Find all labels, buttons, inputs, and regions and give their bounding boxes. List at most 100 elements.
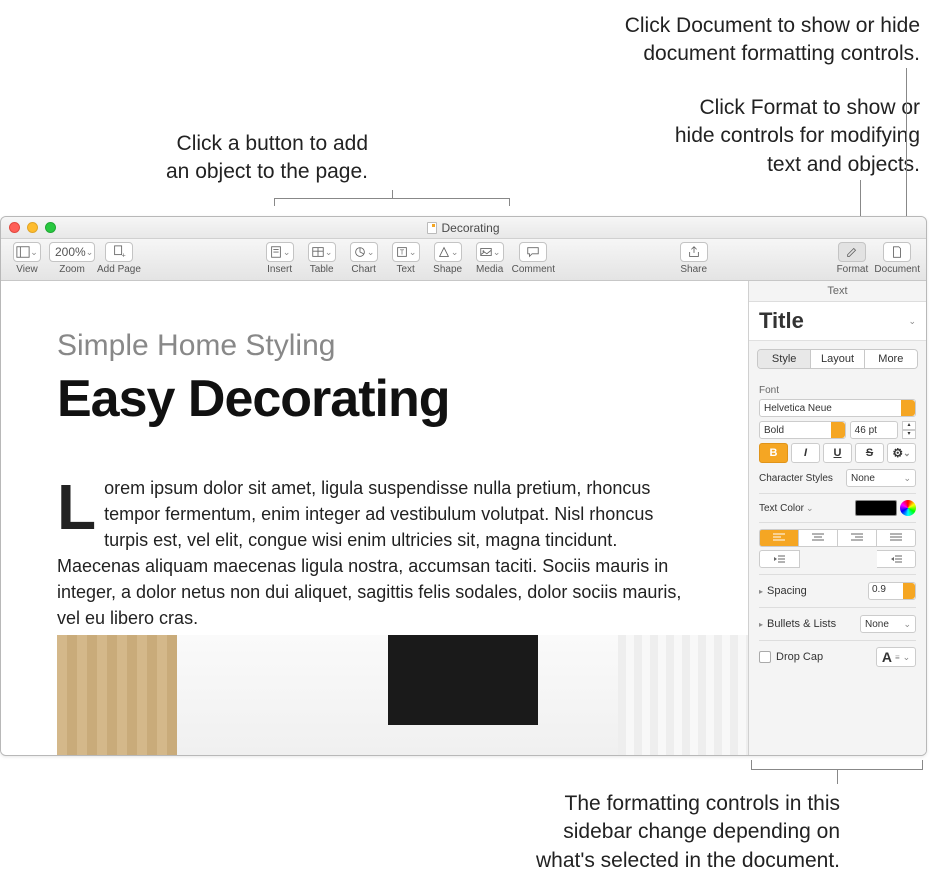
text-icon: T <box>395 245 409 259</box>
dropcap-preview-icon: A <box>882 649 892 665</box>
table-button[interactable]: ⌄ Table <box>302 242 342 275</box>
align-left-button[interactable] <box>759 529 799 547</box>
tab-more[interactable]: More <box>864 350 917 368</box>
page-image[interactable] <box>57 635 748 755</box>
bullets-disclosure[interactable]: ▸Bullets & Lists <box>759 618 836 630</box>
divider <box>759 607 916 608</box>
font-weight-field[interactable]: Bold <box>759 421 846 439</box>
tab-layout[interactable]: Layout <box>810 350 863 368</box>
tab-style[interactable]: Style <box>758 350 810 368</box>
text-color-swatch[interactable] <box>855 500 897 516</box>
dropcap-style-picker[interactable]: A ≡ ⌄ <box>876 647 916 667</box>
paragraph-style-name: Title <box>759 308 804 334</box>
callout-sidebar: The formatting controls in thissidebar c… <box>340 790 840 875</box>
callout-bracket-sidebar-stem <box>837 770 838 784</box>
document-file-icon <box>427 222 437 234</box>
format-sidebar: Text Title ⌄ Style Layout More Font Helv… <box>748 281 926 755</box>
dropcap-label: Drop Cap <box>776 651 823 663</box>
format-label: Format <box>837 264 869 275</box>
align-right-button[interactable] <box>838 529 877 547</box>
zoom-button[interactable]: 200%⌄ Zoom <box>49 242 95 275</box>
italic-button[interactable]: I <box>791 443 820 463</box>
font-family-field[interactable]: Helvetica Neue <box>759 399 916 417</box>
bold-button[interactable]: B <box>759 443 788 463</box>
divider <box>759 574 916 575</box>
sidebar-icon <box>16 245 30 259</box>
chevron-down-icon: ⌄ <box>908 316 916 327</box>
page-headline[interactable]: Easy Decorating <box>57 369 692 429</box>
font-size-value: 46 pt <box>855 425 877 436</box>
text-button[interactable]: T⌄ Text <box>386 242 426 275</box>
spacing-disclosure[interactable]: ▸Spacing <box>759 585 807 597</box>
bullets-value: None <box>865 619 889 630</box>
bullets-label: Bullets & Lists <box>767 618 836 630</box>
outdent-button[interactable] <box>759 550 800 568</box>
content-area: Simple Home Styling Easy Decorating Lore… <box>1 281 926 755</box>
document-page[interactable]: Simple Home Styling Easy Decorating Lore… <box>1 281 748 755</box>
shape-button[interactable]: ⌄ Shape <box>428 242 468 275</box>
table-icon <box>311 245 325 259</box>
document-label: Document <box>874 264 920 275</box>
add-page-button[interactable]: + Add Page <box>97 242 141 275</box>
page-body[interactable]: Lorem ipsum dolor sit amet, ligula suspe… <box>57 475 692 632</box>
document-button[interactable]: Document <box>874 242 920 275</box>
body-paragraph[interactable]: orem ipsum dolor sit amet, ligula suspen… <box>57 478 681 628</box>
character-styles-field[interactable]: None⌄ <box>846 469 916 487</box>
callout-document: Click Document to show or hidedocument f… <box>488 12 920 69</box>
align-center-button[interactable] <box>799 529 838 547</box>
svg-text:T: T <box>400 250 405 257</box>
character-styles-value: None <box>851 473 875 484</box>
divider <box>759 522 916 523</box>
window-title: Decorating <box>1 221 926 235</box>
format-icon <box>845 245 859 259</box>
dropcap-checkbox[interactable] <box>759 651 771 663</box>
text-label: Text <box>396 264 414 275</box>
chart-button[interactable]: ⌄ Chart <box>344 242 384 275</box>
align-left-icon <box>773 533 785 543</box>
align-right-icon <box>851 533 863 543</box>
zoom-value: 200% <box>55 245 86 259</box>
share-icon <box>687 245 701 259</box>
media-label: Media <box>476 264 503 275</box>
color-wheel-icon[interactable] <box>900 500 916 516</box>
toolbar: ⌄ View 200%⌄ Zoom + Add Page ⌄ Insert ⌄ … <box>1 239 926 281</box>
font-family-value: Helvetica Neue <box>764 403 832 414</box>
chart-icon <box>353 245 367 259</box>
font-size-stepper[interactable]: ▴▾ <box>902 421 916 439</box>
font-advanced-button[interactable]: ⚙⌄ <box>887 443 916 463</box>
indent-icon <box>890 554 902 564</box>
page-subtitle[interactable]: Simple Home Styling <box>57 329 692 363</box>
comment-button[interactable]: Comment <box>512 242 555 275</box>
callout-bracket-toolbar <box>274 198 510 206</box>
image-curtain <box>618 635 748 755</box>
add-page-label: Add Page <box>97 264 141 275</box>
strikethrough-button[interactable]: S <box>855 443 884 463</box>
callout-bracket-stem <box>392 190 393 198</box>
alignment-row <box>759 529 916 547</box>
insert-button[interactable]: ⌄ Insert <box>260 242 300 275</box>
image-panel-wood <box>57 635 177 755</box>
share-button[interactable]: Share <box>674 242 714 275</box>
spacing-label: Spacing <box>767 585 807 597</box>
document-icon <box>890 245 904 259</box>
align-justify-button[interactable] <box>877 529 916 547</box>
paragraph-style-picker[interactable]: Title ⌄ <box>749 302 926 341</box>
align-center-icon <box>812 533 824 543</box>
divider <box>759 493 916 494</box>
media-icon <box>479 245 493 259</box>
bullets-field[interactable]: None⌄ <box>860 615 916 633</box>
media-button[interactable]: ⌄ Media <box>470 242 510 275</box>
font-section-label: Font <box>759 385 916 396</box>
view-label: View <box>16 264 38 275</box>
view-button[interactable]: ⌄ View <box>7 242 47 275</box>
indent-button[interactable] <box>877 550 917 568</box>
spacing-field[interactable]: 0.9 <box>868 582 916 600</box>
font-size-field[interactable]: 46 pt <box>850 421 898 439</box>
callout-format: Click Format to show orhide controls for… <box>618 94 920 179</box>
format-button[interactable]: Format <box>832 242 872 275</box>
underline-button[interactable]: U <box>823 443 852 463</box>
image-panel-room <box>177 635 748 755</box>
character-styles-label: Character Styles <box>759 473 833 484</box>
indent-row <box>759 550 916 568</box>
callout-bracket-sidebar <box>751 760 923 770</box>
